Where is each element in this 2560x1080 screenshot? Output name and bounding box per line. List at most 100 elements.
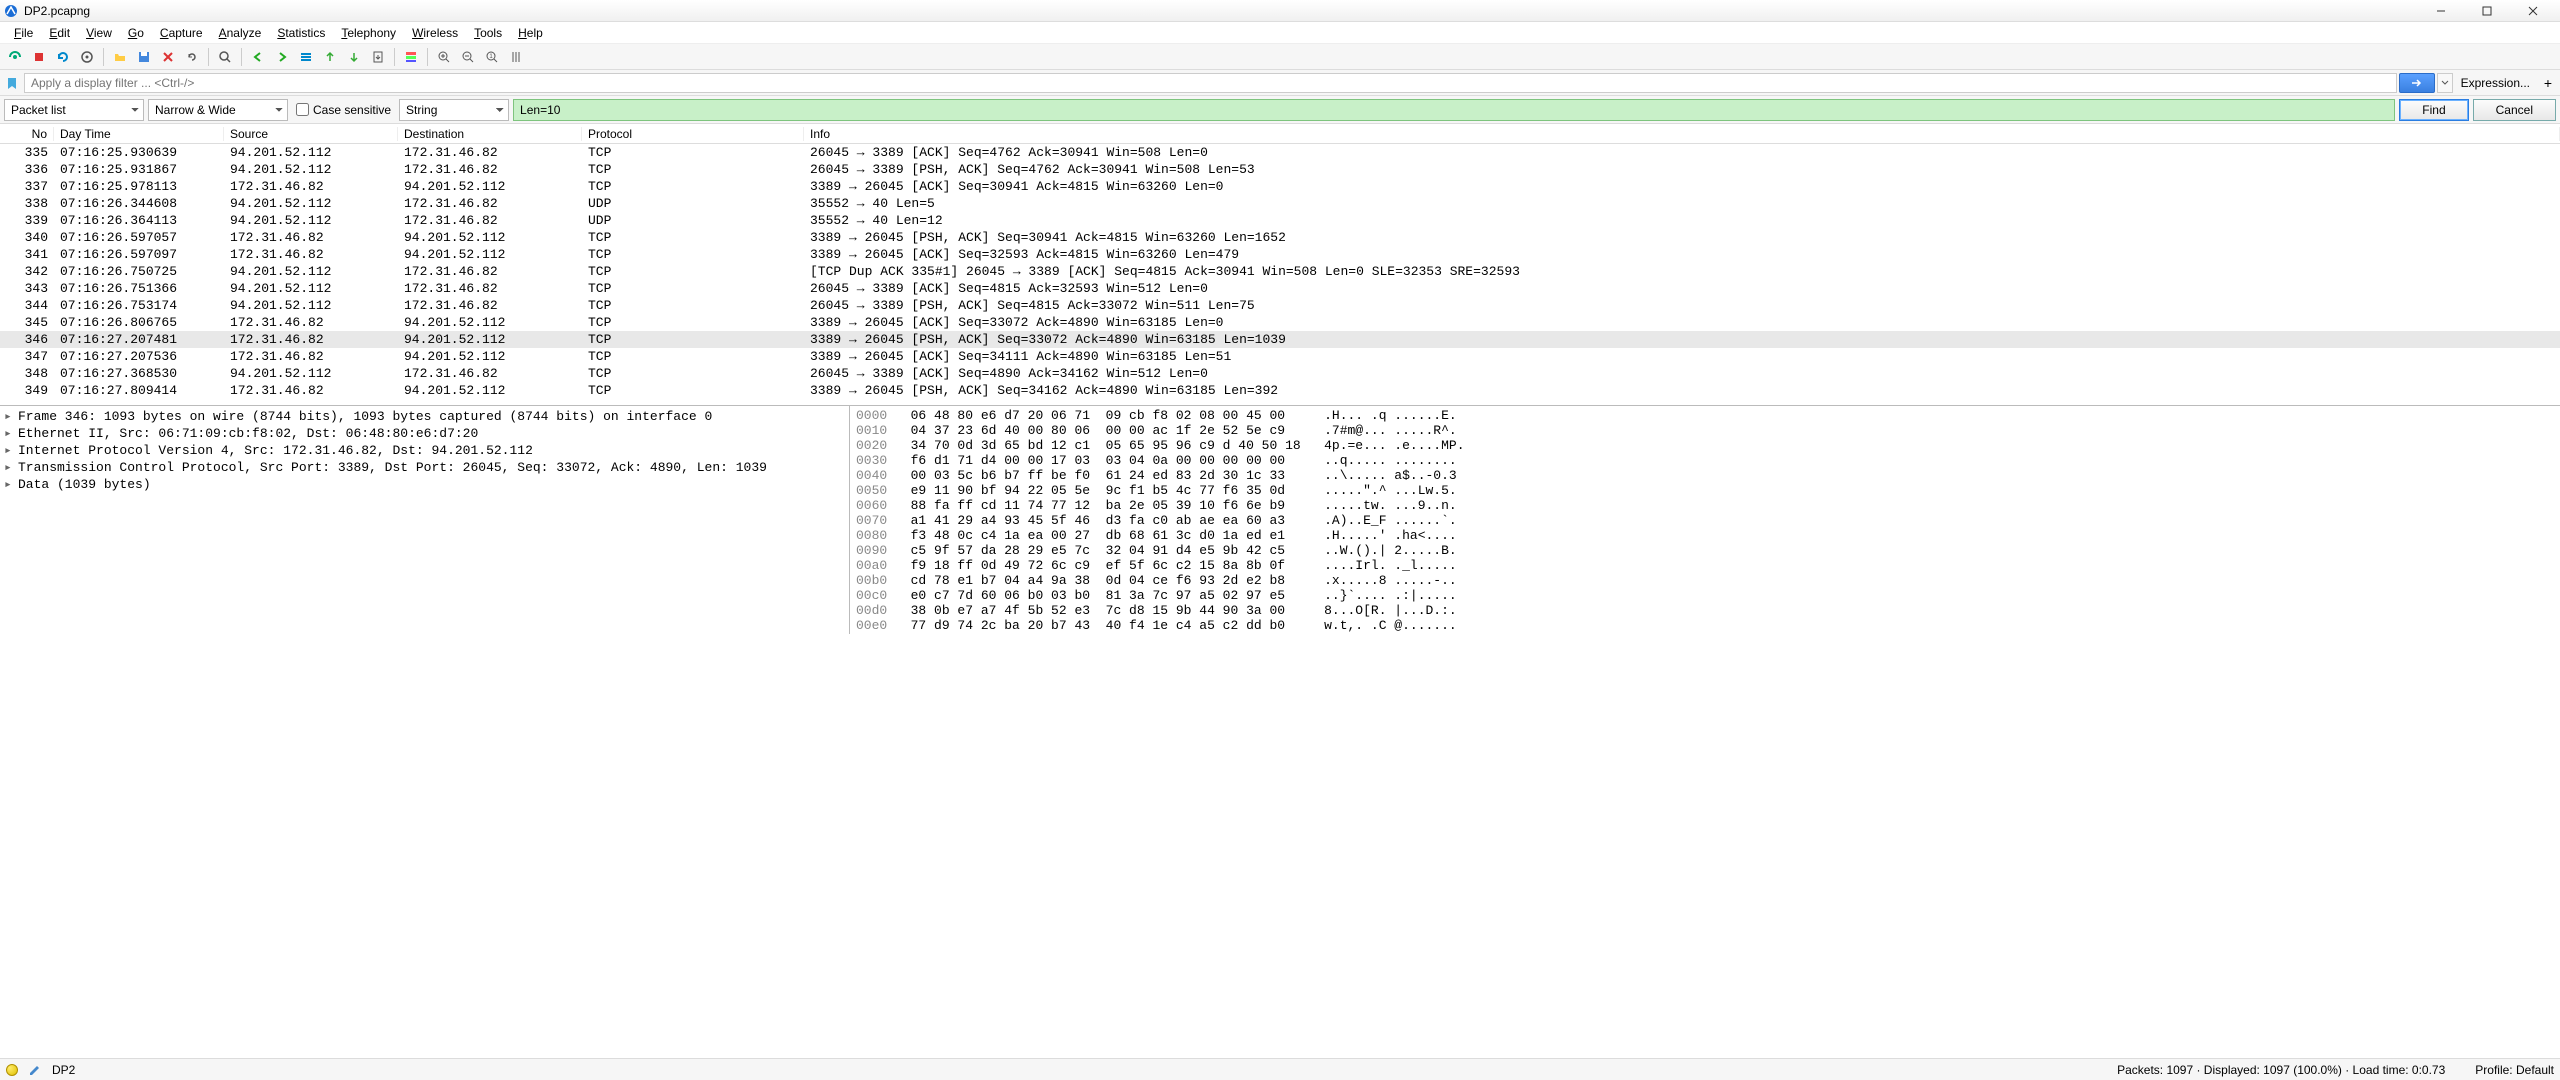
packet-row[interactable]: 34907:16:27.809414172.31.46.8294.201.52.… xyxy=(0,382,2560,399)
hex-line[interactable]: 00a0 f9 18 ff 0d 49 72 6c c9 ef 5f 6c c2… xyxy=(856,558,2554,573)
column-protocol[interactable]: Protocol xyxy=(582,127,804,141)
packet-list[interactable]: 33507:16:25.93063994.201.52.112172.31.46… xyxy=(0,144,2560,406)
hex-line[interactable]: 00d0 38 0b e7 a7 4f 5b 52 e3 7c d8 15 9b… xyxy=(856,603,2554,618)
hex-line[interactable]: 0020 34 70 0d 3d 65 bd 12 c1 05 65 95 96… xyxy=(856,438,2554,453)
menu-analyze[interactable]: Analyze xyxy=(211,24,270,42)
close-file-icon[interactable] xyxy=(157,46,179,68)
zoom-in-icon[interactable] xyxy=(433,46,455,68)
cancel-button[interactable]: Cancel xyxy=(2473,99,2556,121)
tree-item[interactable]: ▸Internet Protocol Version 4, Src: 172.3… xyxy=(4,442,845,459)
go-back-icon[interactable] xyxy=(247,46,269,68)
find-icon[interactable] xyxy=(214,46,236,68)
case-sensitive-checkbox[interactable]: Case sensitive xyxy=(292,103,395,117)
reload-file-icon[interactable] xyxy=(181,46,203,68)
hex-line[interactable]: 00c0 e0 c7 7d 60 06 b0 03 b0 81 3a 7c 97… xyxy=(856,588,2554,603)
expert-info-icon[interactable] xyxy=(6,1064,18,1076)
find-button[interactable]: Find xyxy=(2399,99,2468,121)
hex-line[interactable]: 0040 00 03 5c b6 b7 ff be f0 61 24 ed 83… xyxy=(856,468,2554,483)
packet-row[interactable]: 34807:16:27.36853094.201.52.112172.31.46… xyxy=(0,365,2560,382)
tree-item[interactable]: ▸Transmission Control Protocol, Src Port… xyxy=(4,459,845,476)
maximize-button[interactable] xyxy=(2464,0,2510,22)
zoom-reset-icon[interactable]: 1 xyxy=(481,46,503,68)
menu-view[interactable]: View xyxy=(78,24,120,42)
menu-go[interactable]: Go xyxy=(120,24,152,42)
tree-item[interactable]: ▸Frame 346: 1093 bytes on wire (8744 bit… xyxy=(4,408,845,425)
capture-options-icon[interactable] xyxy=(76,46,98,68)
menu-statistics[interactable]: Statistics xyxy=(269,24,333,42)
save-file-icon[interactable] xyxy=(133,46,155,68)
find-scope-select[interactable]: Packet list xyxy=(4,99,144,121)
go-forward-icon[interactable] xyxy=(271,46,293,68)
find-input[interactable] xyxy=(513,99,2395,121)
hex-line[interactable]: 0050 e9 11 90 bf 94 22 05 5e 9c f1 b5 4c… xyxy=(856,483,2554,498)
menu-telephony[interactable]: Telephony xyxy=(333,24,404,42)
hex-line[interactable]: 0060 88 fa ff cd 11 74 77 12 ba 2e 05 39… xyxy=(856,498,2554,513)
column-destination[interactable]: Destination xyxy=(398,127,582,141)
packet-row[interactable]: 33607:16:25.93186794.201.52.112172.31.46… xyxy=(0,161,2560,178)
hex-line[interactable]: 0010 04 37 23 6d 40 00 80 06 00 00 ac 1f… xyxy=(856,423,2554,438)
go-last-icon[interactable] xyxy=(343,46,365,68)
minimize-button[interactable] xyxy=(2418,0,2464,22)
column-info[interactable]: Info xyxy=(804,127,2560,141)
menu-wireless[interactable]: Wireless xyxy=(404,24,466,42)
auto-scroll-icon[interactable] xyxy=(367,46,389,68)
packet-row[interactable]: 34007:16:26.597057172.31.46.8294.201.52.… xyxy=(0,229,2560,246)
tree-item[interactable]: ▸Ethernet II, Src: 06:71:09:cb:f8:02, Ds… xyxy=(4,425,845,442)
go-first-icon[interactable] xyxy=(319,46,341,68)
zoom-out-icon[interactable] xyxy=(457,46,479,68)
packet-row[interactable]: 33907:16:26.36411394.201.52.112172.31.46… xyxy=(0,212,2560,229)
packet-row[interactable]: 34307:16:26.75136694.201.52.112172.31.46… xyxy=(0,280,2560,297)
hex-line[interactable]: 0090 c5 9f 57 da 28 29 e5 7c 32 04 91 d4… xyxy=(856,543,2554,558)
window-title: DP2.pcapng xyxy=(24,4,2418,18)
expression-button[interactable]: Expression... xyxy=(2455,74,2536,92)
menu-file[interactable]: File xyxy=(6,24,41,42)
menubar: FileEditViewGoCaptureAnalyzeStatisticsTe… xyxy=(0,22,2560,44)
start-capture-icon[interactable] xyxy=(4,46,26,68)
separator xyxy=(241,48,242,66)
separator xyxy=(394,48,395,66)
packet-row[interactable]: 33807:16:26.34460894.201.52.112172.31.46… xyxy=(0,195,2560,212)
tree-item[interactable]: ▸Data (1039 bytes) xyxy=(4,476,845,493)
packet-row[interactable]: 33507:16:25.93063994.201.52.112172.31.46… xyxy=(0,144,2560,161)
column-no[interactable]: No xyxy=(0,127,54,141)
edit-capture-comment-icon[interactable] xyxy=(28,1063,42,1077)
packet-row[interactable]: 34107:16:26.597097172.31.46.8294.201.52.… xyxy=(0,246,2560,263)
menu-help[interactable]: Help xyxy=(510,24,551,42)
packet-row[interactable]: 34207:16:26.75072594.201.52.112172.31.46… xyxy=(0,263,2560,280)
packet-row[interactable]: 33707:16:25.978113172.31.46.8294.201.52.… xyxy=(0,178,2560,195)
add-filter-button[interactable]: + xyxy=(2538,73,2558,93)
separator xyxy=(103,48,104,66)
profile-label[interactable]: Profile: Default xyxy=(2475,1063,2554,1077)
find-mode-select[interactable]: String xyxy=(399,99,509,121)
column-time[interactable]: Day Time xyxy=(54,127,224,141)
stop-capture-icon[interactable] xyxy=(28,46,50,68)
close-button[interactable] xyxy=(2510,0,2556,22)
column-source[interactable]: Source xyxy=(224,127,398,141)
packet-row[interactable]: 34507:16:26.806765172.31.46.8294.201.52.… xyxy=(0,314,2560,331)
go-to-packet-icon[interactable] xyxy=(295,46,317,68)
apply-filter-button[interactable] xyxy=(2399,73,2435,93)
app-icon xyxy=(4,4,18,18)
packet-row[interactable]: 34707:16:27.207536172.31.46.8294.201.52.… xyxy=(0,348,2560,365)
hex-line[interactable]: 0070 a1 41 29 a4 93 45 5f 46 d3 fa c0 ab… xyxy=(856,513,2554,528)
packet-row[interactable]: 34607:16:27.207481172.31.46.8294.201.52.… xyxy=(0,331,2560,348)
open-file-icon[interactable] xyxy=(109,46,131,68)
bookmark-filter-icon[interactable] xyxy=(2,73,22,93)
packet-row[interactable]: 34407:16:26.75317494.201.52.112172.31.46… xyxy=(0,297,2560,314)
find-charset-select[interactable]: Narrow & Wide xyxy=(148,99,288,121)
restart-capture-icon[interactable] xyxy=(52,46,74,68)
hex-line[interactable]: 0000 06 48 80 e6 d7 20 06 71 09 cb f8 02… xyxy=(856,408,2554,423)
menu-tools[interactable]: Tools xyxy=(466,24,510,42)
hex-line[interactable]: 0080 f3 48 0c c4 1a ea 00 27 db 68 61 3c… xyxy=(856,528,2554,543)
hex-line[interactable]: 00b0 cd 78 e1 b7 04 a4 9a 38 0d 04 ce f6… xyxy=(856,573,2554,588)
recent-filters-dropdown[interactable] xyxy=(2437,73,2453,93)
resize-columns-icon[interactable] xyxy=(505,46,527,68)
packet-bytes-pane[interactable]: 0000 06 48 80 e6 d7 20 06 71 09 cb f8 02… xyxy=(850,406,2560,634)
colorize-icon[interactable] xyxy=(400,46,422,68)
menu-capture[interactable]: Capture xyxy=(152,24,211,42)
hex-line[interactable]: 00e0 77 d9 74 2c ba 20 b7 43 40 f4 1e c4… xyxy=(856,618,2554,633)
packet-details-pane[interactable]: ▸Frame 346: 1093 bytes on wire (8744 bit… xyxy=(0,406,850,634)
display-filter-input[interactable] xyxy=(24,73,2397,93)
hex-line[interactable]: 0030 f6 d1 71 d4 00 00 17 03 03 04 0a 00… xyxy=(856,453,2554,468)
menu-edit[interactable]: Edit xyxy=(41,24,78,42)
